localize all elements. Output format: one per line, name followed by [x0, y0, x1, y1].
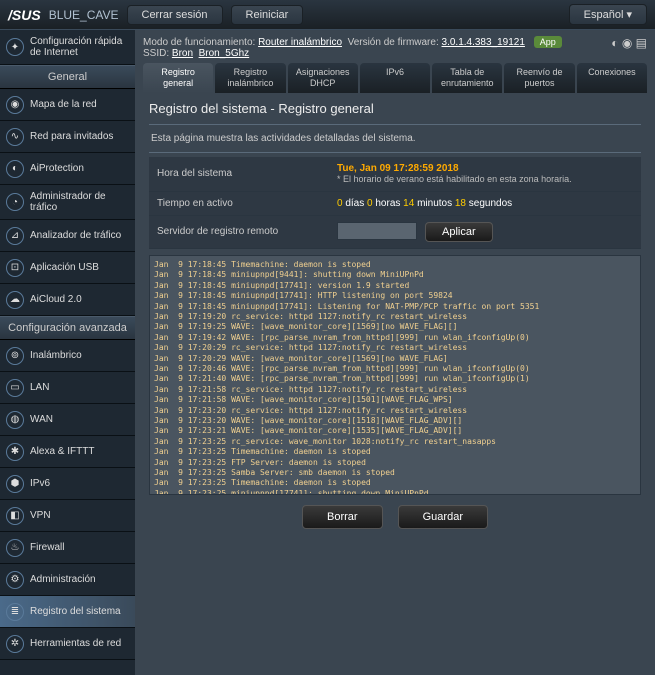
apply-button[interactable]: Aplicar — [425, 222, 493, 242]
usb-icon: ⊡ — [6, 259, 24, 277]
sidebar-ipv6[interactable]: ⬢IPv6 — [0, 468, 135, 500]
mode-link[interactable]: Router inalámbrico — [258, 37, 342, 48]
content-area: Modo de funcionamiento: Router inalámbri… — [135, 30, 655, 675]
admin-icon: ⚙ — [6, 571, 24, 589]
clear-button[interactable]: Borrar — [302, 505, 383, 529]
table-row: Hora del sistema Tue, Jan 09 17:28:59 20… — [149, 157, 641, 192]
sidebar-wireless[interactable]: ⊚Inalámbrico — [0, 340, 135, 372]
sidebar-aicloud[interactable]: ☁AiCloud 2.0 — [0, 284, 135, 316]
sidebar-aiprotection[interactable]: ◐AiProtection — [0, 153, 135, 185]
logo: /SUS — [8, 7, 41, 23]
page-description: Esta página muestra las actividades deta… — [149, 124, 641, 153]
wifi-icon: ∿ — [6, 128, 24, 146]
log-icon: ≣ — [6, 603, 24, 621]
globe-icon: ✦ — [6, 38, 24, 56]
sidebar-wan[interactable]: ◍WAN — [0, 404, 135, 436]
system-time-value: Tue, Jan 09 17:28:59 2018 — [337, 163, 459, 174]
table-row: Tiempo en activo 0 días 0 horas 14 minut… — [149, 191, 641, 215]
tab-port-forwarding[interactable]: Reenvío de puertos — [504, 63, 574, 93]
shield-icon: ◐ — [6, 160, 24, 178]
lan-icon: ▭ — [6, 379, 24, 397]
tab-connections[interactable]: Conexiones — [577, 63, 647, 93]
page-title: Registro del sistema - Registro general — [149, 101, 641, 116]
sidebar-header-advanced: Configuración avanzada — [0, 316, 135, 340]
alexa-icon: ✱ — [6, 443, 24, 461]
sidebar-alexa-ifttt[interactable]: ✱Alexa & IFTTT — [0, 436, 135, 468]
remote-log-input[interactable] — [337, 222, 417, 240]
uptime-value: 0 días 0 horas 14 minutos 18 segundos — [329, 191, 641, 215]
info-bar: Modo de funcionamiento: Router inalámbri… — [143, 36, 647, 59]
sidebar-vpn[interactable]: ◧VPN — [0, 500, 135, 532]
sidebar-quick-setup[interactable]: ✦Configuración rápida de Internet — [0, 30, 135, 65]
cloud-icon: ☁ — [6, 291, 24, 309]
top-bar: /SUS BLUE_CAVE Cerrar sesión Reiniciar E… — [0, 0, 655, 30]
reboot-button[interactable]: Reiniciar — [231, 5, 304, 25]
save-button[interactable]: Guardar — [398, 505, 488, 529]
tab-routing-table[interactable]: Tabla de enrutamiento — [432, 63, 502, 93]
firmware-link[interactable]: 3.0.1.4.383_19121 — [442, 37, 525, 48]
vpn-icon: ◧ — [6, 507, 24, 525]
sidebar-network-map[interactable]: ◉Mapa de la red — [0, 89, 135, 121]
sidebar-guest-network[interactable]: ∿Red para invitados — [0, 121, 135, 153]
language-select[interactable]: Español ▾ — [569, 4, 647, 25]
dst-note: * El horario de verano está habilitado e… — [337, 174, 572, 184]
remote-log-label: Servidor de registro remoto — [149, 215, 329, 249]
sidebar-admin[interactable]: ⚙Administración — [0, 564, 135, 596]
tab-dhcp-leases[interactable]: Asignaciones DHCP — [288, 63, 358, 93]
tab-wireless-log[interactable]: Registro inalámbrico — [215, 63, 285, 93]
sidebar-network-tools[interactable]: ✲Herramientas de red — [0, 628, 135, 660]
app-badge[interactable]: App — [534, 36, 562, 48]
ssid2-link[interactable]: Bron_5Ghz — [199, 48, 250, 59]
tab-ipv6[interactable]: IPv6 — [360, 63, 430, 93]
chart-icon: ⊿ — [6, 227, 24, 245]
sidebar-traffic-analyzer[interactable]: ⊿Analizador de tráfico — [0, 220, 135, 252]
table-row: Servidor de registro remoto Aplicar — [149, 215, 641, 249]
sidebar-lan[interactable]: ▭LAN — [0, 372, 135, 404]
sidebar-firewall[interactable]: ♨Firewall — [0, 532, 135, 564]
ssid1-link[interactable]: Bron — [172, 48, 193, 59]
ipv6-icon: ⬢ — [6, 475, 24, 493]
sidebar-usb-app[interactable]: ⊡Aplicación USB — [0, 252, 135, 284]
meter-icon: ◔ — [6, 193, 24, 211]
sidebar-traffic-manager[interactable]: ◔Administrador de tráfico — [0, 185, 135, 220]
globe-icon: ◉ — [6, 96, 24, 114]
wan-icon: ◍ — [6, 411, 24, 429]
sidebar-system-log[interactable]: ≣Registro del sistema — [0, 596, 135, 628]
uptime-label: Tiempo en activo — [149, 191, 329, 215]
firewall-icon: ♨ — [6, 539, 24, 557]
wifi-icon: ⊚ — [6, 347, 24, 365]
tab-bar: Registro general Registro inalámbrico As… — [143, 63, 647, 93]
logout-button[interactable]: Cerrar sesión — [127, 5, 223, 25]
system-info-table: Hora del sistema Tue, Jan 09 17:28:59 20… — [149, 157, 641, 250]
log-output[interactable]: Jan 9 17:18:45 Timemachine: daemon is st… — [149, 255, 641, 495]
tools-icon: ✲ — [6, 635, 24, 653]
sidebar-header-general: General — [0, 65, 135, 89]
sidebar: ✦Configuración rápida de Internet Genera… — [0, 30, 135, 675]
product-name: BLUE_CAVE — [49, 8, 119, 22]
system-time-label: Hora del sistema — [149, 157, 329, 192]
tab-general-log[interactable]: Registro general — [143, 63, 213, 93]
